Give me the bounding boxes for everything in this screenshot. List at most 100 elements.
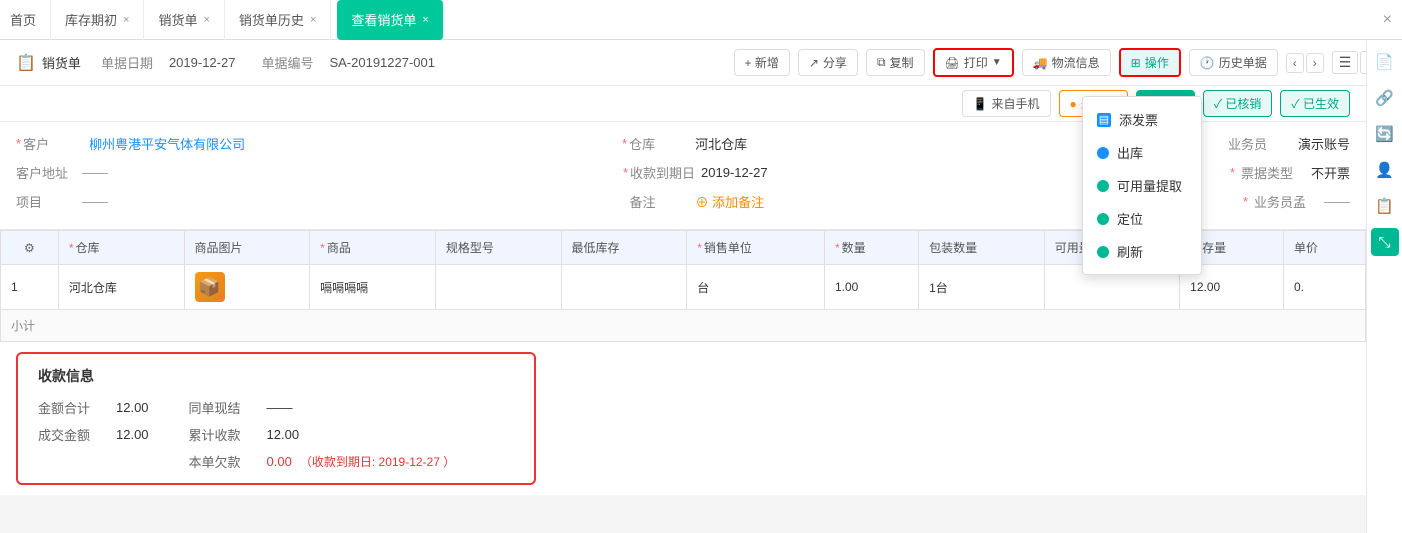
copy-button[interactable]: ⧉ 复制: [866, 49, 925, 76]
logistics-button[interactable]: 🚚 物流信息: [1022, 49, 1111, 76]
print-button[interactable]: 🖨 打印 ▼: [935, 50, 1012, 75]
share-button[interactable]: ↗ 分享: [798, 49, 858, 76]
prev-button[interactable]: ‹: [1286, 53, 1304, 73]
product-image: 📦: [195, 272, 225, 302]
sidebar-refresh-icon[interactable]: 🔄: [1371, 120, 1399, 148]
cancelled-button[interactable]: ✓ 已核销: [1203, 90, 1273, 117]
outbound-icon: [1097, 147, 1109, 159]
operations-button[interactable]: ⊞ 操作: [1121, 50, 1179, 75]
overdue-label: 本单欠款: [189, 452, 259, 471]
doc-title-text: 销货单: [42, 53, 81, 72]
effective-button[interactable]: ✓ 已生效: [1280, 90, 1350, 117]
add-invoice-item[interactable]: ▤ 添发票: [1083, 103, 1201, 136]
tab-view-sales[interactable]: 查看销货单 ×: [337, 0, 443, 40]
available-qty-item[interactable]: 可用量提取: [1083, 169, 1201, 202]
staff-value: 演示账号: [1298, 134, 1350, 153]
row-pack-qty: 1台: [919, 265, 1045, 310]
operations-icon: ⊞: [1131, 56, 1141, 70]
warehouse-value: 河北仓库: [695, 134, 747, 153]
tab-home-label: 首页: [10, 10, 36, 29]
logistics-icon: 🚚: [1033, 56, 1048, 70]
sidebar-link-icon[interactable]: 🔗: [1371, 84, 1399, 112]
number-value: SA-20191227-001: [329, 55, 435, 70]
same-order-label: 同单现结: [189, 398, 259, 417]
subtotal-label: 小计: [11, 319, 35, 333]
sidebar-user-icon[interactable]: 👤: [1371, 156, 1399, 184]
address-field: 客户地址 ——: [16, 163, 623, 182]
ticket-icon: ●: [1070, 97, 1077, 111]
list-view-button[interactable]: ☰: [1332, 51, 1359, 74]
address-label: 客户地址: [16, 163, 76, 182]
copy-label: 复制: [890, 54, 914, 71]
th-pack-qty: 包装数量: [919, 231, 1045, 265]
tab-bar: 首页 库存期初 × 销货单 × 销货单历史 × 查看销货单 × ×: [0, 0, 1402, 40]
subtotal-cell: 小计: [1, 310, 1366, 342]
row-model: [435, 265, 561, 310]
date-label: 单据日期: [101, 53, 153, 72]
next-button[interactable]: ›: [1306, 53, 1324, 73]
bottom-panel: 收款信息 金额合计 12.00 成交金额 12.00 同单现结 ——: [0, 342, 1402, 495]
transaction-row: 成交金额 12.00: [38, 425, 149, 444]
available-qty-icon: [1097, 180, 1109, 192]
right-sidebar: 📄 🔗 🔄 👤 📋 ⤡: [1366, 40, 1402, 533]
operations-dropdown: ▤ 添发票 出库 可用量提取 定位 刷新: [1082, 96, 1202, 275]
same-order-value: ——: [267, 400, 293, 415]
due-date-label: 收款到期日: [630, 163, 695, 182]
customer-value[interactable]: 柳州粤港平安气体有限公司: [89, 134, 245, 153]
tab-sales-order-close[interactable]: ×: [203, 14, 209, 26]
total-amount-label: 金额合计: [38, 398, 108, 417]
add-invoice-label: 添发票: [1119, 110, 1158, 129]
doc-actions: + 新增 ↗ 分享 ⧉ 复制 🖨 打印 ▼ 🚚: [734, 48, 1386, 77]
th-warehouse: *仓库: [58, 231, 184, 265]
payment-rows: 金额合计 12.00 成交金额 12.00 同单现结 —— 累计收款: [38, 398, 514, 471]
tab-sales-history-close[interactable]: ×: [310, 14, 316, 26]
salesperson-section: * 业务员孟 ——: [1243, 192, 1350, 211]
outbound-label: 出库: [1117, 143, 1143, 162]
tab-view-sales-label: 查看销货单: [351, 10, 416, 29]
row-index: 1: [1, 265, 59, 310]
customer-field: * 客户 柳州粤港平安气体有限公司: [16, 134, 622, 153]
sidebar-expand-icon[interactable]: ⤡: [1371, 228, 1399, 256]
add-remark-button[interactable]: ⊕ 添加备注: [695, 192, 764, 211]
refresh-label: 刷新: [1117, 242, 1143, 261]
th-gear: ⚙: [1, 231, 59, 265]
cancelled-label: 已核销: [1225, 97, 1261, 111]
salesperson-value: ——: [1324, 194, 1350, 209]
new-button[interactable]: + 新增: [734, 49, 790, 76]
sidebar-clipboard-icon[interactable]: 📋: [1371, 192, 1399, 220]
window-close-button[interactable]: ×: [1383, 11, 1392, 29]
tab-sales-history[interactable]: 销货单历史 ×: [225, 0, 331, 40]
from-phone-button[interactable]: 📱 来自手机: [962, 90, 1051, 117]
locate-item[interactable]: 定位: [1083, 202, 1201, 235]
th-product: *商品: [310, 231, 436, 265]
history-button[interactable]: 🕐 历史单据: [1189, 49, 1278, 76]
outbound-item[interactable]: 出库: [1083, 136, 1201, 169]
due-date-value: 2019-12-27: [701, 165, 768, 180]
cumulative-row: 累计收款 12.00: [189, 425, 456, 444]
locate-icon: [1097, 213, 1109, 225]
warehouse-label: 仓库: [629, 134, 689, 153]
row-product: 嗝嗝嗝嗝: [310, 265, 436, 310]
payment-col-right: 同单现结 —— 累计收款 12.00 本单欠款 0.00 （收款到期日: 201…: [189, 398, 456, 471]
ticket-type-section: * 票据类型 不开票: [1230, 163, 1350, 182]
row-unit: 台: [687, 265, 825, 310]
tab-sales-order[interactable]: 销货单 ×: [144, 0, 224, 40]
tab-inventory-close[interactable]: ×: [123, 14, 129, 26]
tab-home[interactable]: 首页: [10, 0, 51, 40]
customer-label: 客户: [23, 134, 83, 153]
project-value: ——: [82, 194, 108, 209]
locate-label: 定位: [1117, 209, 1143, 228]
history-label: 历史单据: [1219, 54, 1267, 71]
sidebar-doc-icon[interactable]: 📄: [1371, 48, 1399, 76]
refresh-item[interactable]: 刷新: [1083, 235, 1201, 268]
add-remark-label: 添加备注: [712, 195, 764, 210]
tab-inventory-label: 库存期初: [65, 10, 117, 29]
effective-label: 已生效: [1303, 97, 1339, 111]
overdue-value: 0.00: [267, 454, 292, 469]
tab-inventory-init[interactable]: 库存期初 ×: [51, 0, 144, 40]
row-unit-price: 0.: [1283, 265, 1365, 310]
th-unit-price: 单价: [1283, 231, 1365, 265]
row-img: 📦: [184, 265, 310, 310]
tab-view-sales-close[interactable]: ×: [422, 14, 428, 26]
cancel-icon: ✓: [1214, 97, 1222, 111]
